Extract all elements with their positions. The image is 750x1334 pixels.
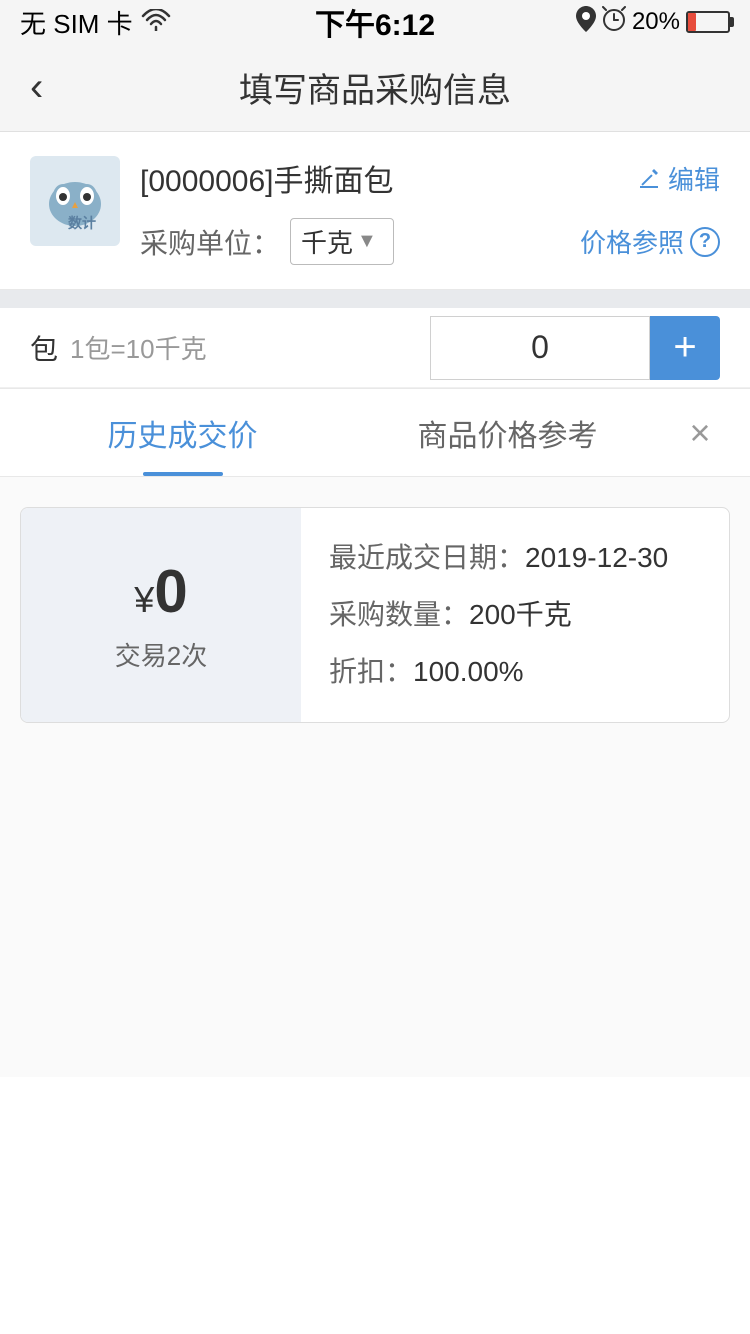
divider-bar	[0, 290, 750, 308]
tab-bar: 历史成交价 商品价格参考 ×	[0, 389, 750, 477]
wifi-icon	[141, 7, 171, 38]
unit-conversion: 1包=10千克	[70, 329, 207, 366]
svg-text:数计: 数计	[68, 215, 96, 231]
location-icon	[576, 6, 596, 39]
quantity-plus-button[interactable]: +	[650, 316, 720, 380]
quantity-unit-info: 包 1包=10千克	[30, 328, 207, 368]
battery-percent: 20%	[632, 8, 680, 36]
quantity-row: 包 1包=10千克 +	[0, 308, 750, 388]
price-card: ¥0 交易2次 最近成交日期：2019-12-30 采购数量：200千克 折扣：…	[20, 507, 730, 723]
dropdown-arrow-icon: ▼	[357, 230, 377, 253]
price-detail: 最近成交日期：2019-12-30 采购数量：200千克 折扣：100.00%	[301, 508, 729, 722]
unit-value: 千克	[301, 223, 353, 260]
product-title: [0000006]手撕面包	[140, 156, 393, 200]
price-summary: ¥0 交易2次	[21, 508, 301, 722]
alarm-icon	[602, 6, 626, 39]
last-trade-date-value: 2019-12-30	[525, 542, 668, 573]
page-title: 填写商品采购信息	[239, 63, 511, 112]
last-trade-date-label: 最近成交日期：	[329, 542, 525, 573]
purchase-unit-label: 采购单位：	[140, 222, 280, 262]
tab-product-price-reference[interactable]: 商品价格参考	[345, 389, 670, 476]
tab-historical-price[interactable]: 历史成交价	[20, 389, 345, 476]
back-button[interactable]: ‹	[20, 55, 53, 120]
discount-row: 折扣：100.00%	[329, 652, 701, 691]
product-info: [0000006]手撕面包 编辑 采购单位： 千克 ▼	[140, 156, 720, 265]
price-reference-button[interactable]: 价格参照 ?	[580, 223, 720, 260]
discount-label: 折扣：	[329, 656, 413, 687]
price-amount: ¥0	[134, 557, 187, 626]
last-trade-date-row: 最近成交日期：2019-12-30	[329, 538, 701, 577]
discount-value: 100.00%	[413, 656, 524, 687]
nav-bar: ‹ 填写商品采购信息	[0, 44, 750, 132]
main-content: ¥0 交易2次 最近成交日期：2019-12-30 采购数量：200千克 折扣：…	[0, 477, 750, 1077]
sim-label: 无 SIM 卡	[20, 4, 133, 41]
purchase-qty-row: 采购数量：200千克	[329, 595, 701, 634]
quantity-control: +	[430, 316, 720, 380]
status-bar: 无 SIM 卡 下午6:12 20	[0, 0, 750, 44]
currency-symbol: ¥	[134, 579, 154, 620]
price-card-section: ¥0 交易2次 最近成交日期：2019-12-30 采购数量：200千克 折扣：…	[0, 477, 750, 753]
price-ref-label: 价格参照	[580, 223, 684, 260]
product-thumbnail: 数计	[30, 156, 120, 246]
trade-count: 交易2次	[115, 636, 207, 673]
quantity-input[interactable]	[430, 316, 650, 380]
edit-button[interactable]: 编辑	[638, 160, 720, 197]
status-right: 20%	[576, 6, 730, 39]
status-time: 下午6:12	[315, 0, 435, 44]
tab-section: 历史成交价 商品价格参考 ×	[0, 388, 750, 477]
tab-active-indicator	[143, 472, 223, 476]
status-left: 无 SIM 卡	[20, 4, 171, 41]
unit-select[interactable]: 千克 ▼	[290, 218, 394, 265]
product-section: 数计 [0000006]手撕面包 编辑 采购单位：	[0, 132, 750, 290]
purchase-qty-label: 采购数量：	[329, 599, 469, 630]
purchase-qty-value: 200千克	[469, 599, 572, 630]
battery-icon	[686, 11, 730, 33]
question-icon: ?	[690, 227, 720, 257]
unit-badge: 包	[30, 328, 58, 368]
tab-close-button[interactable]: ×	[670, 403, 730, 463]
